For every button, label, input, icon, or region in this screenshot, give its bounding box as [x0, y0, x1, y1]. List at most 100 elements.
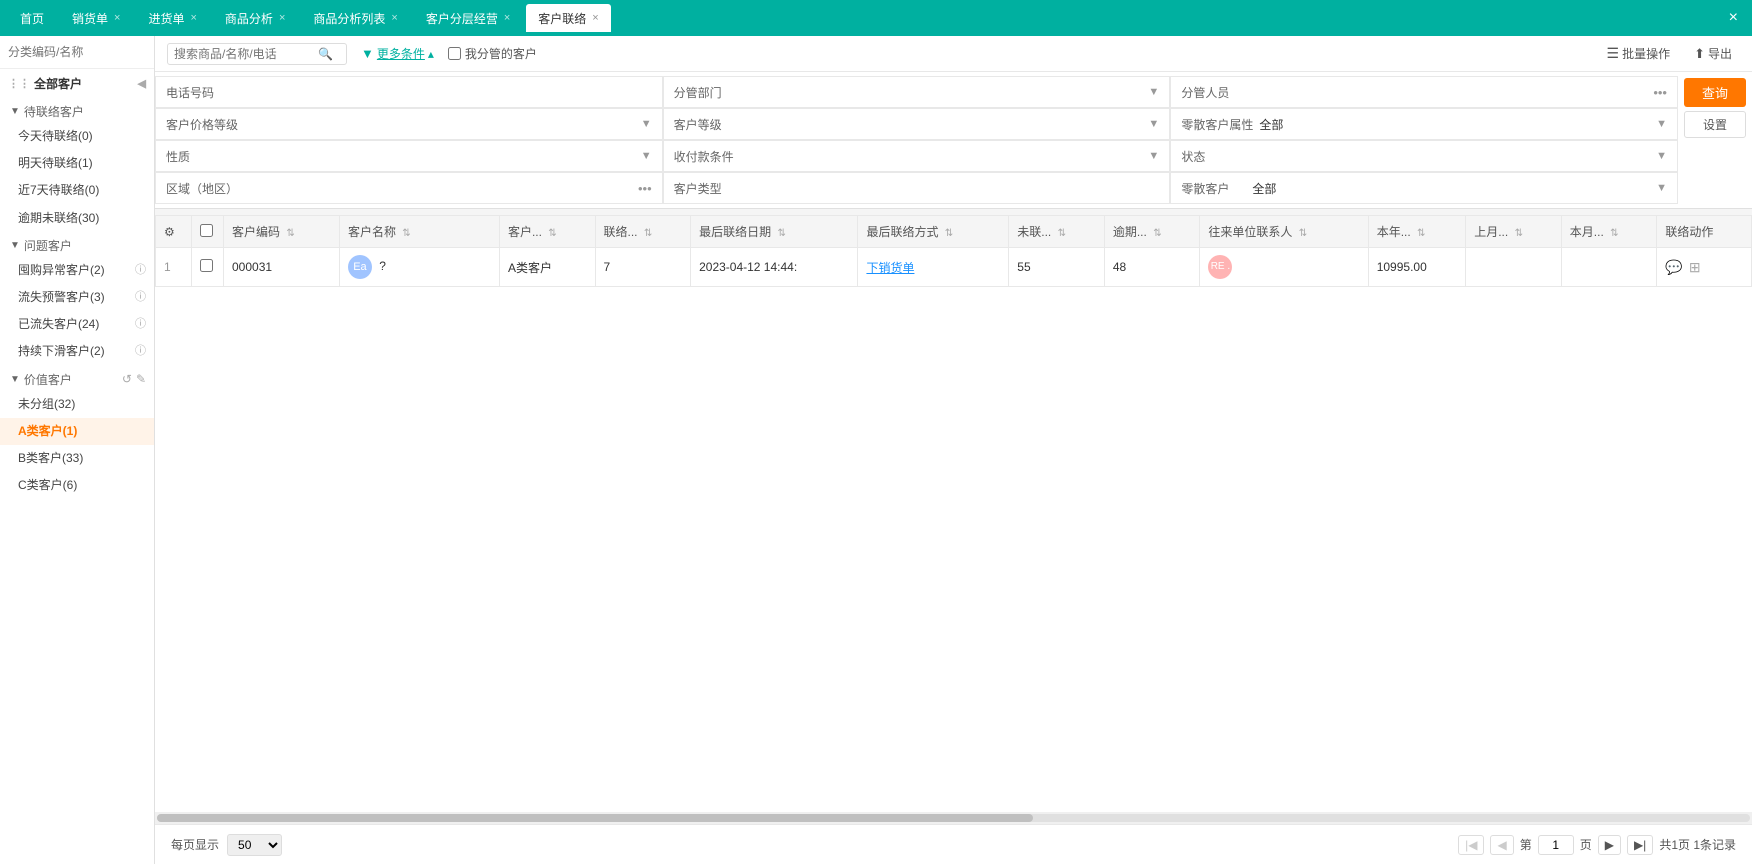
- batch-op-btn[interactable]: ☰ 批量操作: [1599, 42, 1679, 65]
- refresh-value-icon[interactable]: ↺: [122, 372, 132, 386]
- tab-analysis-list[interactable]: 商品分析列表 ×: [301, 4, 409, 32]
- col-year-amount[interactable]: 本年... ⇅: [1368, 216, 1466, 248]
- chat-action-icon[interactable]: 💬: [1665, 259, 1682, 276]
- col-last-month[interactable]: 上月... ⇅: [1466, 216, 1562, 248]
- person-dots-btn[interactable]: •••: [1653, 85, 1667, 100]
- query-button[interactable]: 查询: [1684, 78, 1746, 107]
- col-last-method[interactable]: 最后联络方式 ⇅: [858, 216, 1009, 248]
- col-name[interactable]: 客户名称 ⇅: [339, 216, 499, 248]
- filter-price-level: 客户价格等级 ▼: [155, 108, 663, 140]
- sidebar-item-class-a[interactable]: A类客户(1): [0, 418, 154, 445]
- filter-search-icon[interactable]: 🔍: [318, 47, 333, 61]
- tab-customer-segment[interactable]: 客户分层经营 ×: [414, 4, 522, 32]
- filter-row-1: 电话号码 分管部门 ▼ 分管人员 •••: [155, 76, 1678, 108]
- sidebar-item-churn-warning[interactable]: 流失预警客户(3) ⓘ: [0, 284, 154, 311]
- close-tab-sales[interactable]: ×: [114, 12, 120, 24]
- sidebar-item-class-b[interactable]: B类客户(33): [0, 445, 154, 472]
- filter-dept: 分管部门 ▼: [663, 76, 1171, 108]
- cell-last-date: 2023-04-12 14:44:: [691, 248, 858, 287]
- filter-phone: 电话号码: [155, 76, 663, 108]
- tab-sales[interactable]: 销货单 ×: [60, 4, 132, 32]
- sidebar-item-declining[interactable]: 持续下滑客户(2) ⓘ: [0, 338, 154, 365]
- batch-op-icon: ☰: [1607, 45, 1620, 62]
- page-input[interactable]: [1538, 835, 1574, 855]
- close-tab-customer-contact[interactable]: ×: [592, 12, 598, 24]
- cell-overdue: 48: [1104, 248, 1200, 287]
- next-page-btn[interactable]: ▶: [1598, 835, 1621, 855]
- table-header-row: ⚙ 客户编码 ⇅ 客户名称 ⇅ 客户... ⇅ 联络... ⇅ 最后联络日期 ⇅…: [156, 216, 1752, 248]
- payment-arrow[interactable]: ▼: [1148, 150, 1159, 162]
- sidebar-item-stockpile-abnormal[interactable]: 囤购异常客户(2) ⓘ: [0, 257, 154, 284]
- sidebar-all-customers[interactable]: ⋮⋮ 全部客户 ◀: [0, 69, 154, 98]
- sidebar-group-pending[interactable]: ▼ 待联络客户: [0, 98, 154, 123]
- col-code[interactable]: 客户编码 ⇅: [224, 216, 340, 248]
- dept-dropdown-arrow[interactable]: ▼: [1148, 86, 1159, 98]
- adv-filter-fields: 电话号码 分管部门 ▼ 分管人员 •••: [155, 72, 1678, 208]
- select-all-checkbox[interactable]: [200, 224, 213, 237]
- sidebar-item-today-pending[interactable]: 今天待联络(0): [0, 123, 154, 150]
- more-action-icon[interactable]: ⊞: [1689, 259, 1701, 276]
- my-customers-check[interactable]: [448, 47, 461, 60]
- sidebar-item-overdue[interactable]: 逾期未联络(30): [0, 205, 154, 232]
- table-row: 1 000031 Ea ? A类客户 7 2023-04-12 14:44: 下…: [156, 248, 1752, 287]
- cell-last-method: 下销货单: [858, 248, 1009, 287]
- sidebar-item-ungrouped[interactable]: 未分组(32): [0, 391, 154, 418]
- sidebar-item-churned[interactable]: 已流失客户(24) ⓘ: [0, 311, 154, 338]
- col-type[interactable]: 客户... ⇅: [499, 216, 595, 248]
- tab-analysis[interactable]: 商品分析 ×: [213, 4, 297, 32]
- filter-bar: 🔍 ▼ 更多条件 ▴ 我分管的客户 ☰ 批量操作 ⬆ 导出: [155, 36, 1752, 72]
- close-tab-customer-segment[interactable]: ×: [504, 12, 510, 24]
- price-level-arrow[interactable]: ▼: [641, 118, 652, 130]
- close-tab-analysis-list[interactable]: ×: [391, 12, 397, 24]
- my-customers-checkbox[interactable]: 我分管的客户: [448, 45, 537, 62]
- customer-level-arrow[interactable]: ▼: [1148, 118, 1159, 130]
- edit-value-icon[interactable]: ✎: [136, 372, 146, 386]
- phone-input[interactable]: [237, 85, 652, 99]
- pagination-right: |◀ ◀ 第 页 ▶ ▶| 共1页 1条记录: [1458, 835, 1736, 855]
- horizontal-scrollbar[interactable]: [155, 812, 1752, 824]
- status-arrow[interactable]: ▼: [1656, 150, 1667, 162]
- sidebar-collapse-icon[interactable]: ◀: [138, 77, 146, 90]
- sidebar-search-input[interactable]: [8, 45, 155, 59]
- close-tab-purchase[interactable]: ×: [190, 12, 196, 24]
- close-tab-analysis[interactable]: ×: [279, 12, 285, 24]
- row-checkbox[interactable]: [200, 259, 213, 272]
- filter-row-2: 客户价格等级 ▼ 客户等级 ▼ 零散客户属性 全部 ▼: [155, 108, 1678, 140]
- filter-search-input[interactable]: [174, 47, 314, 61]
- filter-search-box: 🔍: [167, 43, 347, 65]
- col-last-date[interactable]: 最后联络日期 ⇅: [691, 216, 858, 248]
- tab-customer-contact[interactable]: 客户联络 ×: [526, 4, 610, 32]
- sidebar-item-tomorrow-pending[interactable]: 明天待联络(1): [0, 150, 154, 177]
- region-dots-btn[interactable]: •••: [638, 181, 652, 196]
- retail-customer-arrow[interactable]: ▼: [1656, 182, 1667, 194]
- col-overdue[interactable]: 逾期... ⇅: [1104, 216, 1200, 248]
- tab-purchase[interactable]: 进货单 ×: [136, 4, 208, 32]
- setting-button[interactable]: 设置: [1684, 111, 1746, 138]
- filter-customer-level: 客户等级 ▼: [663, 108, 1171, 140]
- col-contact-count[interactable]: 联络... ⇅: [595, 216, 691, 248]
- export-btn[interactable]: ⬆ 导出: [1686, 42, 1740, 65]
- per-page-select[interactable]: 50 100 200: [227, 834, 282, 856]
- cell-this-month: [1561, 248, 1657, 287]
- prev-page-btn[interactable]: ◀: [1490, 835, 1513, 855]
- sidebar-group-problem[interactable]: ▼ 问题客户: [0, 232, 154, 257]
- nature-arrow[interactable]: ▼: [641, 150, 652, 162]
- info-icon-stockpile: ⓘ: [135, 262, 146, 280]
- col-this-month[interactable]: 本月... ⇅: [1561, 216, 1657, 248]
- more-conditions-btn[interactable]: ▼ 更多条件 ▴: [355, 42, 440, 65]
- sidebar-item-week-pending[interactable]: 近7天待联络(0): [0, 177, 154, 204]
- col-linked-person[interactable]: 往来单位联系人 ⇅: [1200, 216, 1368, 248]
- col-settings[interactable]: ⚙: [156, 216, 192, 248]
- sidebar-item-class-c[interactable]: C类客户(6): [0, 472, 154, 499]
- tab-home[interactable]: 首页: [8, 4, 56, 32]
- content-area: 🔍 ▼ 更多条件 ▴ 我分管的客户 ☰ 批量操作 ⬆ 导出: [155, 36, 1752, 864]
- cell-last-month: [1466, 248, 1562, 287]
- first-page-btn[interactable]: |◀: [1458, 835, 1484, 855]
- scrollbar-thumb: [157, 814, 1033, 822]
- close-all-btn[interactable]: ×: [1723, 9, 1744, 27]
- retail-attr-arrow[interactable]: ▼: [1656, 118, 1667, 130]
- top-nav: 首页 销货单 × 进货单 × 商品分析 × 商品分析列表 × 客户分层经营 × …: [0, 0, 1752, 36]
- sidebar-group-value[interactable]: ▼ 价值客户 ↺ ✎: [0, 366, 154, 391]
- last-page-btn[interactable]: ▶|: [1627, 835, 1653, 855]
- col-no-contact[interactable]: 未联... ⇅: [1009, 216, 1105, 248]
